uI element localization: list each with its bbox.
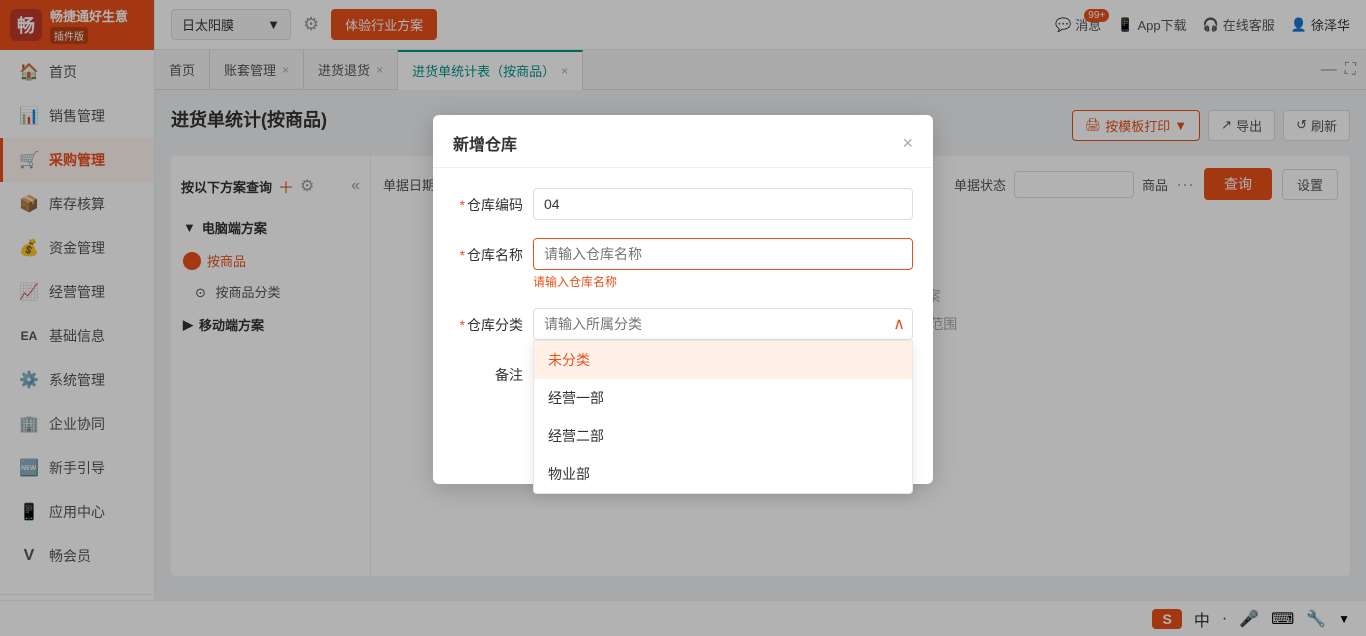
dropdown-item-dept2[interactable]: 经营二部 (534, 417, 912, 455)
category-control: ∧ 未分类 经营一部 经营二部 物业部 (533, 308, 913, 340)
modal-title: 新增仓库 (453, 131, 517, 155)
category-dropdown: 未分类 经营一部 经营二部 物业部 (533, 340, 913, 494)
form-row-name: *仓库名称 请输入仓库名称 (453, 238, 913, 290)
modal-body: *仓库编码 *仓库名称 请输入仓库名称 *仓库分类 ∧ (433, 168, 933, 428)
remark-label: 备注 (453, 358, 523, 385)
dropdown-item-dept1[interactable]: 经营一部 (534, 379, 912, 417)
form-row-code: *仓库编码 (453, 188, 913, 220)
category-input[interactable] (533, 308, 913, 340)
dropdown-item-uncategorized[interactable]: 未分类 (534, 341, 912, 379)
dropdown-item-dept3[interactable]: 物业部 (534, 455, 912, 493)
category-label: *仓库分类 (453, 308, 523, 335)
modal-close-button[interactable]: × (902, 133, 913, 154)
name-label: *仓库名称 (453, 238, 523, 265)
name-input[interactable] (533, 238, 913, 270)
name-control: 请输入仓库名称 (533, 238, 913, 290)
category-select-wrap: ∧ (533, 308, 913, 340)
form-row-category: *仓库分类 ∧ 未分类 经营一部 经营二部 物业部 (453, 308, 913, 340)
modal-header: 新增仓库 × (433, 115, 933, 168)
new-warehouse-modal: 新增仓库 × *仓库编码 *仓库名称 请输入仓库名称 *仓库分类 (433, 115, 933, 484)
name-error-msg: 请输入仓库名称 (533, 273, 913, 290)
code-control (533, 188, 913, 220)
code-label: *仓库编码 (453, 188, 523, 215)
code-input[interactable] (533, 188, 913, 220)
